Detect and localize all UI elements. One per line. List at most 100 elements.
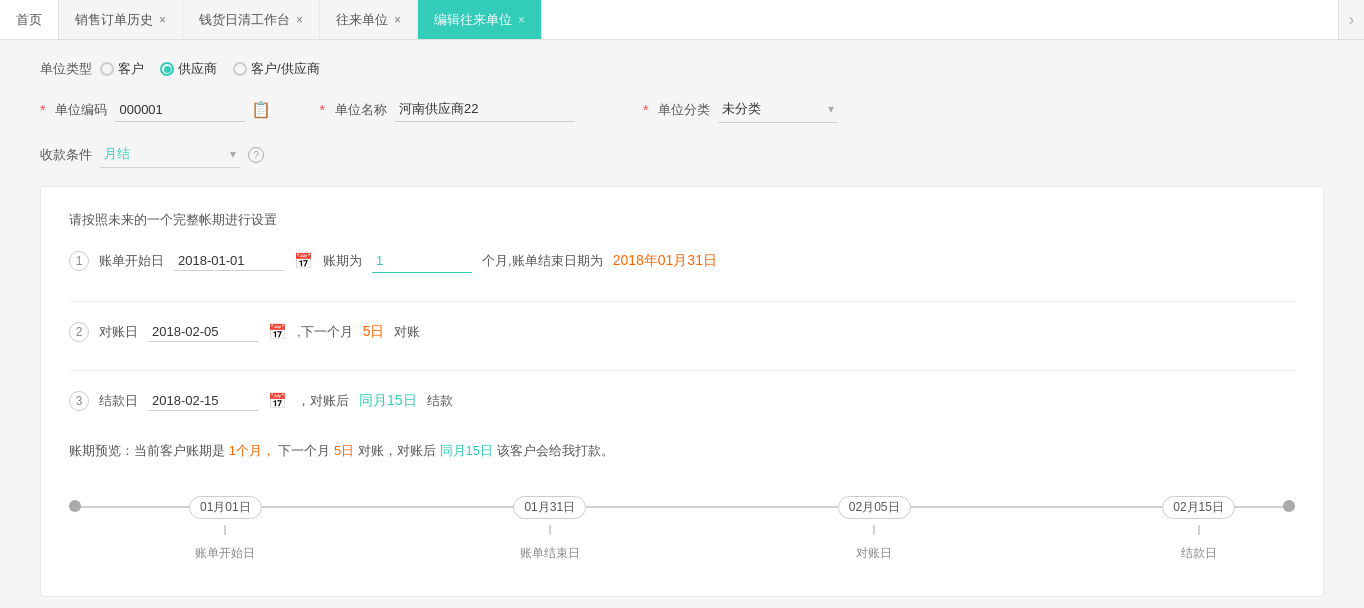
payment-help-icon[interactable]: ? xyxy=(248,147,264,163)
code-label: 单位编码 xyxy=(55,101,107,119)
timeline-node-1: 01月31日 账单结束日 xyxy=(513,496,586,562)
category-chevron-icon: ▾ xyxy=(828,102,834,116)
step3-label: 结款日 xyxy=(99,392,138,410)
unit-type-label: 单位类型 xyxy=(40,60,92,78)
timeline-node-1-date: 01月31日 xyxy=(513,496,586,519)
timeline-node-3: 02月15日 结款日 xyxy=(1162,496,1235,562)
name-input[interactable] xyxy=(395,98,575,122)
radio-both-label: 客户/供应商 xyxy=(251,60,320,78)
timeline-node-0-label: 账单开始日 xyxy=(195,545,255,562)
preview-suffix: 该客户会给我打款。 xyxy=(497,443,614,458)
step2-divider xyxy=(69,370,1295,371)
tab-edit-partner-close[interactable]: × xyxy=(518,13,525,27)
step1-num: 1 xyxy=(69,251,89,271)
timeline-node-1-label: 账单结束日 xyxy=(520,545,580,562)
timeline-node-0-date: 01月01日 xyxy=(189,496,262,519)
step2-cal-icon[interactable]: 📅 xyxy=(268,323,287,341)
tab-home[interactable]: 首页 xyxy=(0,0,59,39)
code-input[interactable] xyxy=(115,98,245,122)
tab-sales-history-close[interactable]: × xyxy=(159,13,166,27)
step3-row: 3 结款日 📅 ，对账后 同月15日 结款 xyxy=(69,391,1295,411)
step1-months-input[interactable] xyxy=(372,249,472,273)
period-panel: 请按照未来的一个完整帐期进行设置 1 账单开始日 📅 账期为 个月,账单结束日期… xyxy=(40,186,1324,597)
tab-bar: 首页 销售订单历史 × 钱货日清工作台 × 往来单位 × 编辑往来单位 × › xyxy=(0,0,1364,40)
category-required: * xyxy=(643,102,648,118)
timeline-node-1-connector xyxy=(549,525,551,535)
timeline-node-3-label: 结款日 xyxy=(1181,545,1217,562)
category-select[interactable]: 未分类 ▾ xyxy=(718,96,838,123)
timeline-node-0-connector xyxy=(224,525,226,535)
preview-section: 账期预览：当前客户账期是 1个月， 下一个月 5日 对账，对账后 同月15日 该… xyxy=(69,439,1295,462)
main-content: 单位类型 客户 供应商 客户/供应商 * 单位编码 📋 * 单位名称 * xyxy=(0,40,1364,608)
radio-both-circle xyxy=(233,62,247,76)
tab-edit-partner-label: 编辑往来单位 xyxy=(434,11,512,29)
timeline-node-0: 01月01日 账单开始日 xyxy=(189,496,262,562)
timeline-node-2-date: 02月05日 xyxy=(838,496,911,519)
payment-select[interactable]: 月结 ▾ xyxy=(100,141,240,168)
step1-date-input[interactable] xyxy=(174,251,284,271)
preview-highlight2: 5日 xyxy=(334,443,354,458)
payment-label: 收款条件 xyxy=(40,146,92,164)
radio-customer-circle xyxy=(100,62,114,76)
panel-title: 请按照未来的一个完整帐期进行设置 xyxy=(69,211,1295,229)
unit-type-radio-group: 客户 供应商 客户/供应商 xyxy=(100,60,320,78)
radio-supplier-circle xyxy=(160,62,174,76)
timeline-node-3-date: 02月15日 xyxy=(1162,496,1235,519)
preview-highlight1: 1个月， xyxy=(229,443,275,458)
step1-end-date: 2018年01月31日 xyxy=(613,252,717,270)
timeline: 01月01日 账单开始日 01月31日 账单结束日 02月05日 对账日 xyxy=(69,486,1295,572)
step3-suffix-before: ，对账后 xyxy=(297,392,349,410)
category-select-value: 未分类 xyxy=(722,100,822,118)
step2-highlight-day: 5日 xyxy=(363,323,385,341)
step2-date-input[interactable] xyxy=(148,322,258,342)
code-name-category-row: * 单位编码 📋 * 单位名称 * 单位分类 未分类 ▾ xyxy=(40,96,1324,123)
payment-select-value: 月结 xyxy=(104,145,224,163)
preview-middle2: 对账，对账后 xyxy=(358,443,436,458)
step2-suffix-before: ,下一个月 xyxy=(297,323,353,341)
payment-chevron-icon: ▾ xyxy=(230,147,236,161)
step1-months-unit: 个月,账单结束日期为 xyxy=(482,252,603,270)
timeline-node-3-connector xyxy=(1198,525,1200,535)
preview-prefix: 账期预览：当前客户账期是 xyxy=(69,443,225,458)
tab-cash-work[interactable]: 钱货日清工作台 × xyxy=(183,0,320,39)
tab-partner-unit-label: 往来单位 xyxy=(336,11,388,29)
unit-type-row: 单位类型 客户 供应商 客户/供应商 xyxy=(40,60,1324,78)
timeline-node-2-label: 对账日 xyxy=(856,545,892,562)
payment-row: 收款条件 月结 ▾ ? xyxy=(40,141,1324,168)
timeline-node-2: 02月05日 对账日 xyxy=(838,496,911,562)
radio-customer[interactable]: 客户 xyxy=(100,60,144,78)
tab-partner-unit[interactable]: 往来单位 × xyxy=(320,0,418,39)
step1-row: 1 账单开始日 📅 账期为 个月,账单结束日期为 2018年01月31日 xyxy=(69,249,1295,273)
step1-period-text: 账期为 xyxy=(323,252,362,270)
step1-label: 账单开始日 xyxy=(99,252,164,270)
step3-cal-icon[interactable]: 📅 xyxy=(268,392,287,410)
step2-row: 2 对账日 📅 ,下一个月 5日 对账 xyxy=(69,322,1295,342)
code-required: * xyxy=(40,102,45,118)
timeline-node-2-connector xyxy=(873,525,875,535)
tab-sales-history-label: 销售订单历史 xyxy=(75,11,153,29)
step1-cal-icon[interactable]: 📅 xyxy=(294,252,313,270)
code-copy-icon[interactable]: 📋 xyxy=(251,100,271,119)
tab-home-label: 首页 xyxy=(16,11,42,29)
step2-num: 2 xyxy=(69,322,89,342)
category-label: 单位分类 xyxy=(658,101,710,119)
tab-edit-partner[interactable]: 编辑往来单位 × xyxy=(418,0,542,39)
tab-cash-work-label: 钱货日清工作台 xyxy=(199,11,290,29)
tab-cash-work-close[interactable]: × xyxy=(296,13,303,27)
step3-num: 3 xyxy=(69,391,89,411)
tab-partner-unit-close[interactable]: × xyxy=(394,13,401,27)
radio-supplier-label: 供应商 xyxy=(178,60,217,78)
tab-more-arrow[interactable]: › xyxy=(1338,0,1364,39)
radio-both[interactable]: 客户/供应商 xyxy=(233,60,320,78)
preview-middle: 下一个月 xyxy=(278,443,330,458)
step2-label: 对账日 xyxy=(99,323,138,341)
step3-date-input[interactable] xyxy=(148,391,258,411)
code-field-group: 📋 xyxy=(115,98,271,122)
radio-customer-label: 客户 xyxy=(118,60,144,78)
name-label: 单位名称 xyxy=(335,101,387,119)
timeline-nodes: 01月01日 账单开始日 01月31日 账单结束日 02月05日 对账日 xyxy=(69,496,1295,562)
step2-suffix-after: 对账 xyxy=(394,323,420,341)
tab-sales-history[interactable]: 销售订单历史 × xyxy=(59,0,183,39)
radio-supplier[interactable]: 供应商 xyxy=(160,60,217,78)
name-required: * xyxy=(319,102,324,118)
